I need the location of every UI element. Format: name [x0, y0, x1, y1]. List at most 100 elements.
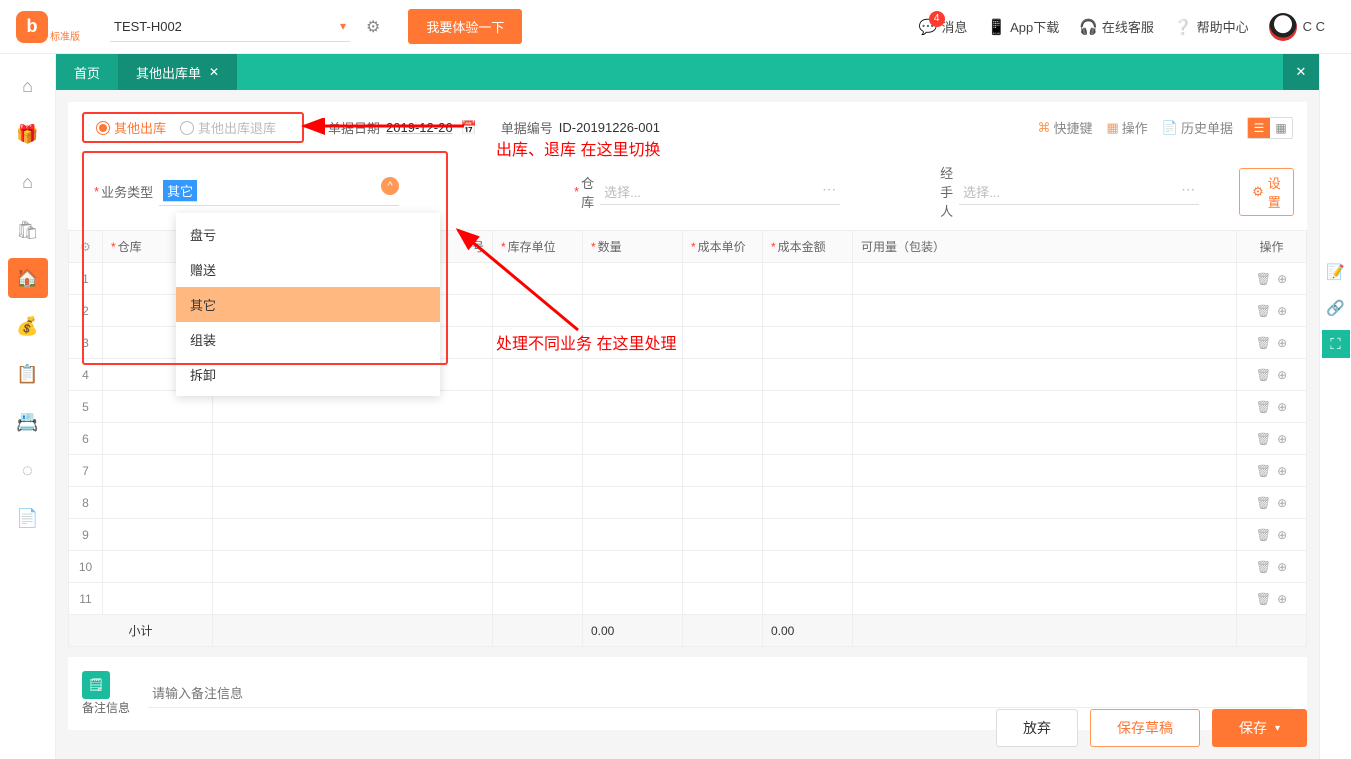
rail-link-icon[interactable]: 🔗	[1322, 294, 1350, 322]
view-switcher: ☰ ▦	[1247, 117, 1293, 139]
add-icon[interactable]: ⊕	[1277, 304, 1287, 318]
delete-icon[interactable]: 🗑	[1256, 304, 1271, 318]
delete-icon[interactable]: 🗑	[1256, 560, 1271, 574]
col-unit: *库存单位	[493, 231, 583, 263]
org-selector[interactable]: TEST-H002 ▾	[110, 12, 350, 42]
calendar-icon[interactable]: 📅	[461, 120, 477, 136]
view-grid-icon[interactable]: ▦	[1270, 118, 1292, 138]
delete-icon[interactable]: 🗑	[1256, 272, 1271, 286]
add-icon[interactable]: ⊕	[1277, 528, 1287, 542]
doc-date-value[interactable]: 2019-12-26	[386, 120, 453, 135]
nav-contact-icon[interactable]: 📇	[8, 402, 48, 442]
delete-icon[interactable]: 🗑	[1256, 592, 1271, 606]
tab-close-all[interactable]: ✕	[1283, 54, 1319, 90]
radio-other-outbound[interactable]: 其他出库	[96, 118, 166, 137]
table-row[interactable]: 10 🗑⊕	[69, 551, 1307, 583]
delete-icon[interactable]: 🗑	[1256, 336, 1271, 350]
table-row[interactable]: 7 🗑⊕	[69, 455, 1307, 487]
table-row[interactable]: 8 🗑⊕	[69, 487, 1307, 519]
settings-button[interactable]: ⚙设置	[1239, 168, 1294, 216]
right-rail: 📝 🔗 ⛶	[1319, 54, 1351, 759]
col-amount: *成本金额	[763, 231, 853, 263]
form-toolbar: 其他出库 其他出库退库 单据日期 2019-12-26 📅 单据编号 ID-20…	[68, 102, 1307, 153]
delete-icon[interactable]: 🗑	[1256, 528, 1271, 542]
nav-loading-icon[interactable]: ◌	[8, 450, 48, 490]
add-icon[interactable]: ⊕	[1277, 272, 1287, 286]
keyboard-icon: ⌘	[1037, 120, 1050, 136]
nav-clipboard-icon[interactable]: 📋	[8, 354, 48, 394]
main-area: 其他出库 其他出库退库 单据日期 2019-12-26 📅 单据编号 ID-20…	[56, 90, 1319, 759]
help-center-button[interactable]: ❔ 帮助中心	[1174, 17, 1249, 36]
outbound-mode-radio-group: 其他出库 其他出库退库	[82, 112, 304, 143]
radio-other-outbound-return[interactable]: 其他出库退库	[180, 118, 276, 137]
add-icon[interactable]: ⊕	[1277, 336, 1287, 350]
business-type-option[interactable]: 其它	[176, 287, 440, 322]
handler-field[interactable]: 经手人 选择...⋯	[940, 163, 1199, 220]
tab-other-outbound[interactable]: 其他出库单 ✕	[118, 54, 237, 90]
add-icon[interactable]: ⊕	[1277, 560, 1287, 574]
operate-button[interactable]: ▦操作	[1106, 118, 1147, 137]
add-icon[interactable]: ⊕	[1277, 464, 1287, 478]
filter-row: * 业务类型 其它 ^ 盘亏赠送其它组装拆卸 * 仓库 选择...⋯ 经手人 选…	[68, 153, 1307, 230]
add-icon[interactable]: ⊕	[1277, 400, 1287, 414]
rail-note-icon[interactable]: 📝	[1322, 258, 1350, 286]
rail-expand-icon[interactable]: ⛶	[1322, 330, 1350, 358]
add-icon[interactable]: ⊕	[1277, 592, 1287, 606]
history-button[interactable]: 📄历史单据	[1162, 118, 1233, 137]
user-menu[interactable]: C C	[1269, 13, 1325, 41]
delete-icon[interactable]: 🗑	[1256, 496, 1271, 510]
col-ops: 操作	[1237, 231, 1307, 263]
table-row[interactable]: 9 🗑⊕	[69, 519, 1307, 551]
app-download-button[interactable]: 📱 App下载	[987, 17, 1059, 36]
remark-input[interactable]	[148, 680, 1293, 708]
table-row[interactable]: 11 🗑⊕	[69, 583, 1307, 615]
save-button[interactable]: 保存▾	[1212, 709, 1307, 747]
business-type-option[interactable]: 拆卸	[176, 357, 440, 392]
note-icon: 🗒	[82, 671, 110, 699]
gear-icon: ⚙	[1252, 184, 1264, 200]
top-header: b 标准版 TEST-H002 ▾ ⚙ 我要体验一下 💬 消息 4 📱 App下…	[0, 0, 1351, 54]
app-logo: b	[16, 11, 48, 43]
edition-label: 标准版	[50, 28, 80, 43]
help-icon: ❔	[1174, 18, 1193, 36]
shortcut-button[interactable]: ⌘快捷键	[1037, 118, 1092, 137]
business-type-option[interactable]: 盘亏	[176, 217, 440, 252]
add-icon[interactable]: ⊕	[1277, 432, 1287, 446]
nav-new-icon[interactable]: 📄	[8, 498, 48, 538]
nav-gift-icon[interactable]: 🎁	[8, 114, 48, 154]
doc-date-label: 单据日期	[328, 118, 380, 137]
business-type-option[interactable]: 组装	[176, 322, 440, 357]
left-nav: ⌂ 🎁 ⌂ 🛍 🏠 💰 📋 📇 ◌ 📄	[0, 54, 56, 759]
business-type-field[interactable]: * 业务类型 其它 ^ 盘亏赠送其它组装拆卸	[94, 177, 414, 206]
chevron-up-icon[interactable]: ^	[381, 177, 399, 195]
save-draft-button[interactable]: 保存草稿	[1090, 709, 1200, 747]
tab-home[interactable]: 首页	[56, 54, 118, 90]
delete-icon[interactable]: 🗑	[1256, 432, 1271, 446]
org-name: TEST-H002	[114, 19, 182, 34]
business-type-option[interactable]: 赠送	[176, 252, 440, 287]
nav-house-icon[interactable]: ⌂	[8, 162, 48, 202]
nav-bag-icon[interactable]: 🛍	[8, 210, 48, 250]
customer-service-button[interactable]: 🎧 在线客服	[1079, 17, 1154, 36]
col-qty: *数量	[583, 231, 683, 263]
nav-home-icon[interactable]: ⌂	[8, 66, 48, 106]
delete-icon[interactable]: 🗑	[1256, 400, 1271, 414]
nav-warehouse-icon[interactable]: 🏠	[8, 258, 48, 298]
tab-bar: 首页 其他出库单 ✕ ✕	[56, 54, 1319, 90]
close-icon[interactable]: ✕	[209, 65, 219, 79]
delete-icon[interactable]: 🗑	[1256, 368, 1271, 382]
phone-icon: 📱	[987, 18, 1006, 36]
nav-money-icon[interactable]: 💰	[8, 306, 48, 346]
ellipsis-icon: ⋯	[1181, 181, 1195, 198]
gear-icon[interactable]: ⚙	[366, 17, 380, 37]
add-icon[interactable]: ⊕	[1277, 368, 1287, 382]
view-list-icon[interactable]: ☰	[1248, 118, 1270, 138]
delete-icon[interactable]: 🗑	[1256, 464, 1271, 478]
cta-button[interactable]: 我要体验一下	[408, 9, 522, 44]
add-icon[interactable]: ⊕	[1277, 496, 1287, 510]
messages-button[interactable]: 💬 消息 4	[919, 17, 968, 36]
table-row[interactable]: 6 🗑⊕	[69, 423, 1307, 455]
discard-button[interactable]: 放弃	[996, 709, 1078, 747]
warehouse-field[interactable]: * 仓库 选择...⋯	[574, 173, 840, 211]
column-settings-icon[interactable]: ⚙	[69, 231, 103, 263]
